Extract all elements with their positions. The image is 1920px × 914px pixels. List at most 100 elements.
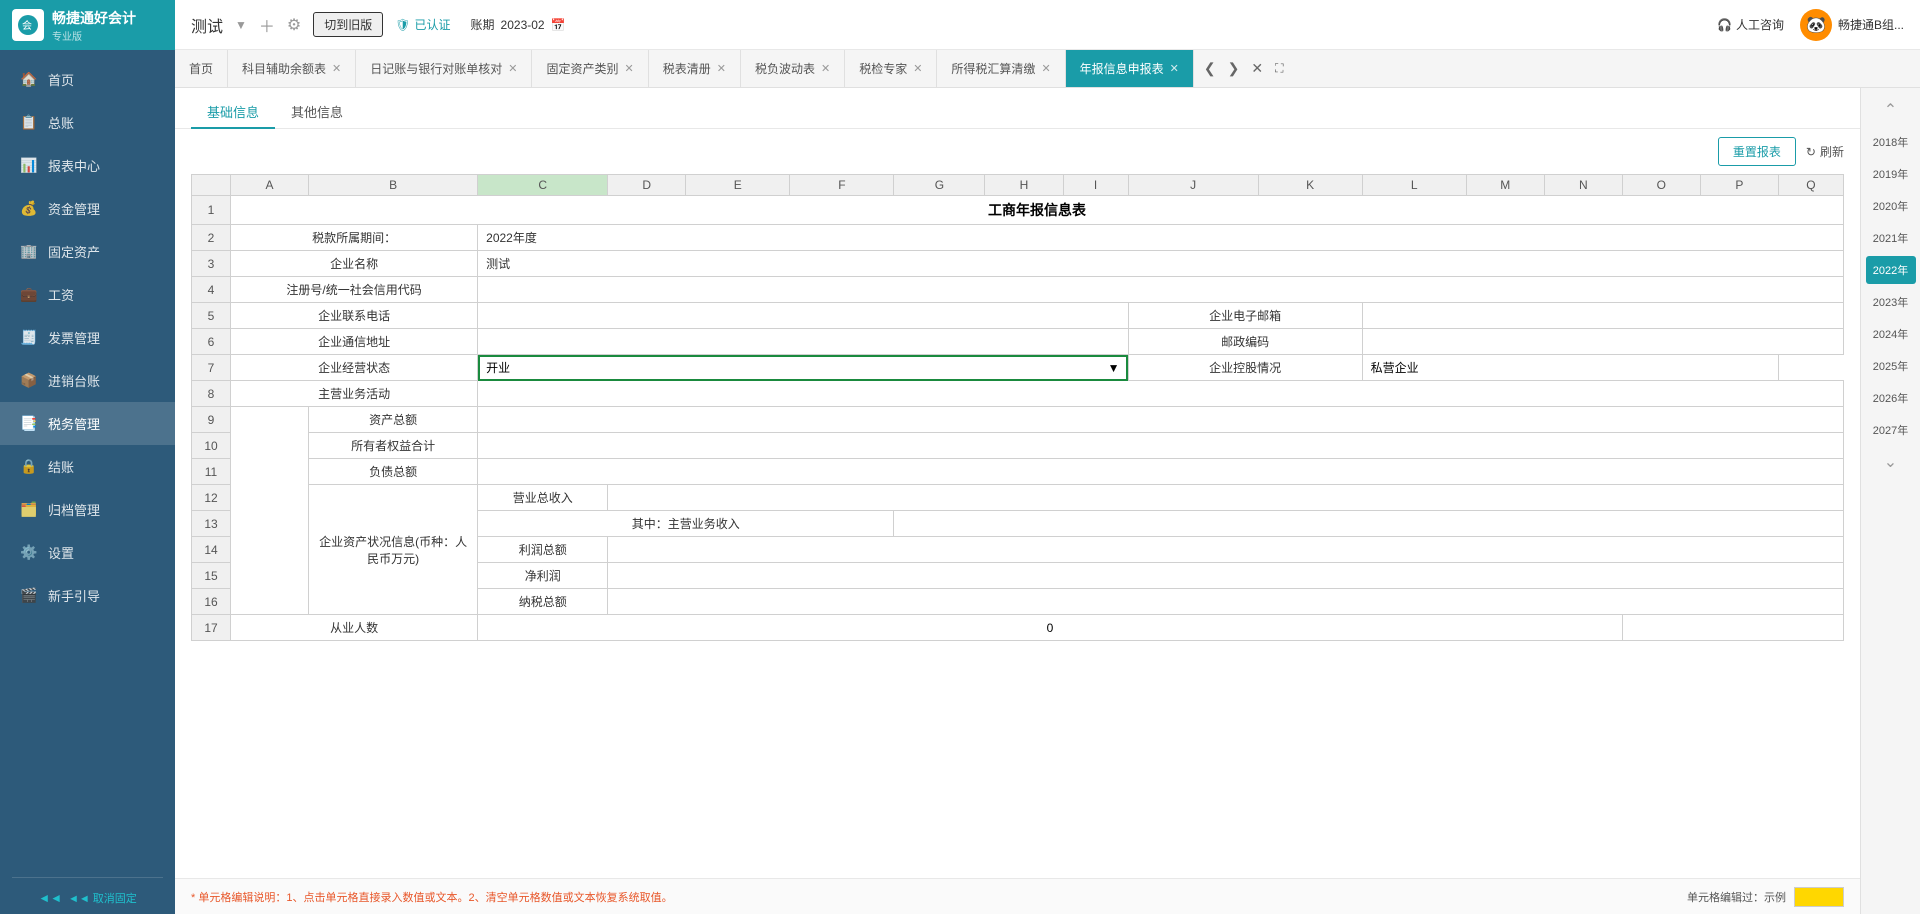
tab-incometax-close-icon[interactable]: ✕ [1041,62,1050,75]
cell-2-C[interactable]: 2022年度 [478,225,1844,251]
cell-9-C[interactable] [478,407,1844,433]
tab-taxwave-close-icon[interactable]: ✕ [821,62,830,75]
dropdown-arrow-icon[interactable]: ▼ [235,18,247,32]
cell-6-C[interactable] [478,329,1128,355]
col-header-F[interactable]: F [790,175,894,196]
col-header-P[interactable]: P [1700,175,1778,196]
year-2026[interactable]: 2026年 [1866,384,1916,412]
col-header-K[interactable]: K [1258,175,1362,196]
col-header-I[interactable]: I [1063,175,1128,196]
sub-tab-other[interactable]: 其他信息 [275,96,359,129]
tab-taxcheck-close-icon[interactable]: ✕ [913,62,922,75]
tab-yearinfo[interactable]: 年报信息申报表 ✕ [1066,50,1194,88]
sidebar-item-archive[interactable]: 🗂️ 归档管理 [0,488,175,531]
spreadsheet-container[interactable]: A B C D E F G H I J K L [175,174,1860,878]
tab-aux-close-icon[interactable]: ✕ [332,62,341,75]
tab-yearinfo-close-icon[interactable]: ✕ [1170,62,1179,75]
user-profile-button[interactable]: 🐼 畅捷通B组... [1800,9,1904,41]
year-2027[interactable]: 2027年 [1866,416,1916,444]
sidebar-item-asset[interactable]: 🏢 固定资产 [0,230,175,273]
cell-10-C[interactable] [478,433,1844,459]
sidebar-item-salary[interactable]: 💼 工资 [0,273,175,316]
cell-11-C[interactable] [478,459,1844,485]
tab-aux[interactable]: 科目辅助余额表 ✕ [228,50,356,88]
cell-17-C[interactable]: 0 [478,615,1623,641]
col-header-C[interactable]: C [478,175,608,196]
cell-15-C[interactable] [608,563,1844,589]
cell-17-O[interactable] [1622,615,1843,641]
year-2023[interactable]: 2023年 [1866,288,1916,316]
year-2021[interactable]: 2021年 [1866,224,1916,252]
cell-13-F[interactable] [894,511,1844,537]
col-header-L[interactable]: L [1362,175,1466,196]
cell-8-C[interactable] [478,381,1844,407]
tab-expand-icon[interactable]: ⛶ [1271,59,1287,78]
reset-report-button[interactable]: 重置报表 [1718,137,1796,166]
sub-tab-basic[interactable]: 基础信息 [191,96,275,129]
switch-version-button[interactable]: 切到旧版 [313,12,383,37]
sidebar-item-ledger[interactable]: 📋 总账 [0,101,175,144]
tab-journal[interactable]: 日记账与银行对账单核对 ✕ [356,50,532,88]
sidebar-item-fund[interactable]: 💰 资金管理 [0,187,175,230]
cell-16-C[interactable] [608,589,1844,615]
add-icon[interactable]: ＋ [259,13,275,37]
cell-4-C[interactable] [478,277,1844,303]
year-2019[interactable]: 2019年 [1866,160,1916,188]
year-nav-down-icon[interactable]: ⌄ [1880,448,1901,476]
tab-close-all-icon[interactable]: ✕ [1247,58,1267,79]
sidebar-item-guide[interactable]: 🎬 新手引导 [0,574,175,617]
tab-taxcheck[interactable]: 税检专家 ✕ [845,50,937,88]
year-2024[interactable]: 2024年 [1866,320,1916,348]
cell-6-L[interactable] [1362,329,1843,355]
col-header-G[interactable]: G [894,175,985,196]
service-button[interactable]: 🎧 人工咨询 [1717,16,1784,33]
col-header-O[interactable]: O [1622,175,1700,196]
cell-title[interactable]: 工商年报信息表 [231,196,1844,225]
tab-incometax[interactable]: 所得税汇算清缴 ✕ [937,50,1065,88]
cell-5-L[interactable] [1362,303,1843,329]
sidebar-item-invoice[interactable]: 🧾 发票管理 [0,316,175,359]
cell-3-C[interactable]: 测试 [478,251,1844,277]
year-2020[interactable]: 2020年 [1866,192,1916,220]
tab-home[interactable]: 首页 [175,50,228,88]
year-2025[interactable]: 2025年 [1866,352,1916,380]
tab-asset-close-icon[interactable]: ✕ [625,62,634,75]
sidebar-item-inout[interactable]: 📦 进销台账 [0,359,175,402]
col-header-H[interactable]: H [985,175,1063,196]
sidebar-pin-button[interactable]: ◄◄ ◄◄ 取消固定 [0,882,175,914]
cell-5-C[interactable] [478,303,1128,329]
sidebar-item-tax[interactable]: 📑 税务管理 [0,402,175,445]
col-header-Q[interactable]: Q [1778,175,1843,196]
tab-taxlist[interactable]: 税表清册 ✕ [649,50,741,88]
dropdown-arrow-icon[interactable]: ▼ [1108,361,1120,375]
sidebar-item-report[interactable]: 📊 报表中心 [0,144,175,187]
tab-taxwave[interactable]: 税负波动表 ✕ [741,50,845,88]
col-header-N[interactable]: N [1544,175,1622,196]
cell-12-C[interactable] [608,485,1844,511]
col-header-M[interactable]: M [1466,175,1544,196]
col-header-J[interactable]: J [1128,175,1258,196]
cell-14-C[interactable] [608,537,1844,563]
cell-7-L[interactable]: 私营企业 [1362,355,1778,381]
tab-taxlist-close-icon[interactable]: ✕ [717,62,726,75]
year-2018[interactable]: 2018年 [1866,128,1916,156]
col-header-B[interactable]: B [309,175,478,196]
tab-asset[interactable]: 固定资产类别 ✕ [532,50,648,88]
year-nav-up-icon[interactable]: ⌃ [1880,96,1901,124]
cell-2-AB[interactable]: 税款所属期间： [231,225,478,251]
avatar: 🐼 [1800,9,1832,41]
col-header-A[interactable]: A [231,175,309,196]
settings-gear-icon[interactable]: ⚙ [287,15,301,35]
sidebar-item-close[interactable]: 🔒 结账 [0,445,175,488]
sidebar-item-settings[interactable]: ⚙️ 设置 [0,531,175,574]
sidebar-item-home[interactable]: 🏠 首页 [0,58,175,101]
col-header-D[interactable]: D [608,175,686,196]
calendar-icon[interactable]: 📅 [551,18,566,32]
tab-next-icon[interactable]: ❯ [1224,58,1244,79]
tab-prev-icon[interactable]: ❮ [1200,58,1220,79]
col-header-E[interactable]: E [686,175,790,196]
year-2022[interactable]: 2022年 [1866,256,1916,284]
tab-journal-close-icon[interactable]: ✕ [508,62,517,75]
cell-7-C-dropdown[interactable]: 开业 ▼ [478,355,1128,381]
refresh-button[interactable]: ↻ 刷新 [1806,143,1844,160]
